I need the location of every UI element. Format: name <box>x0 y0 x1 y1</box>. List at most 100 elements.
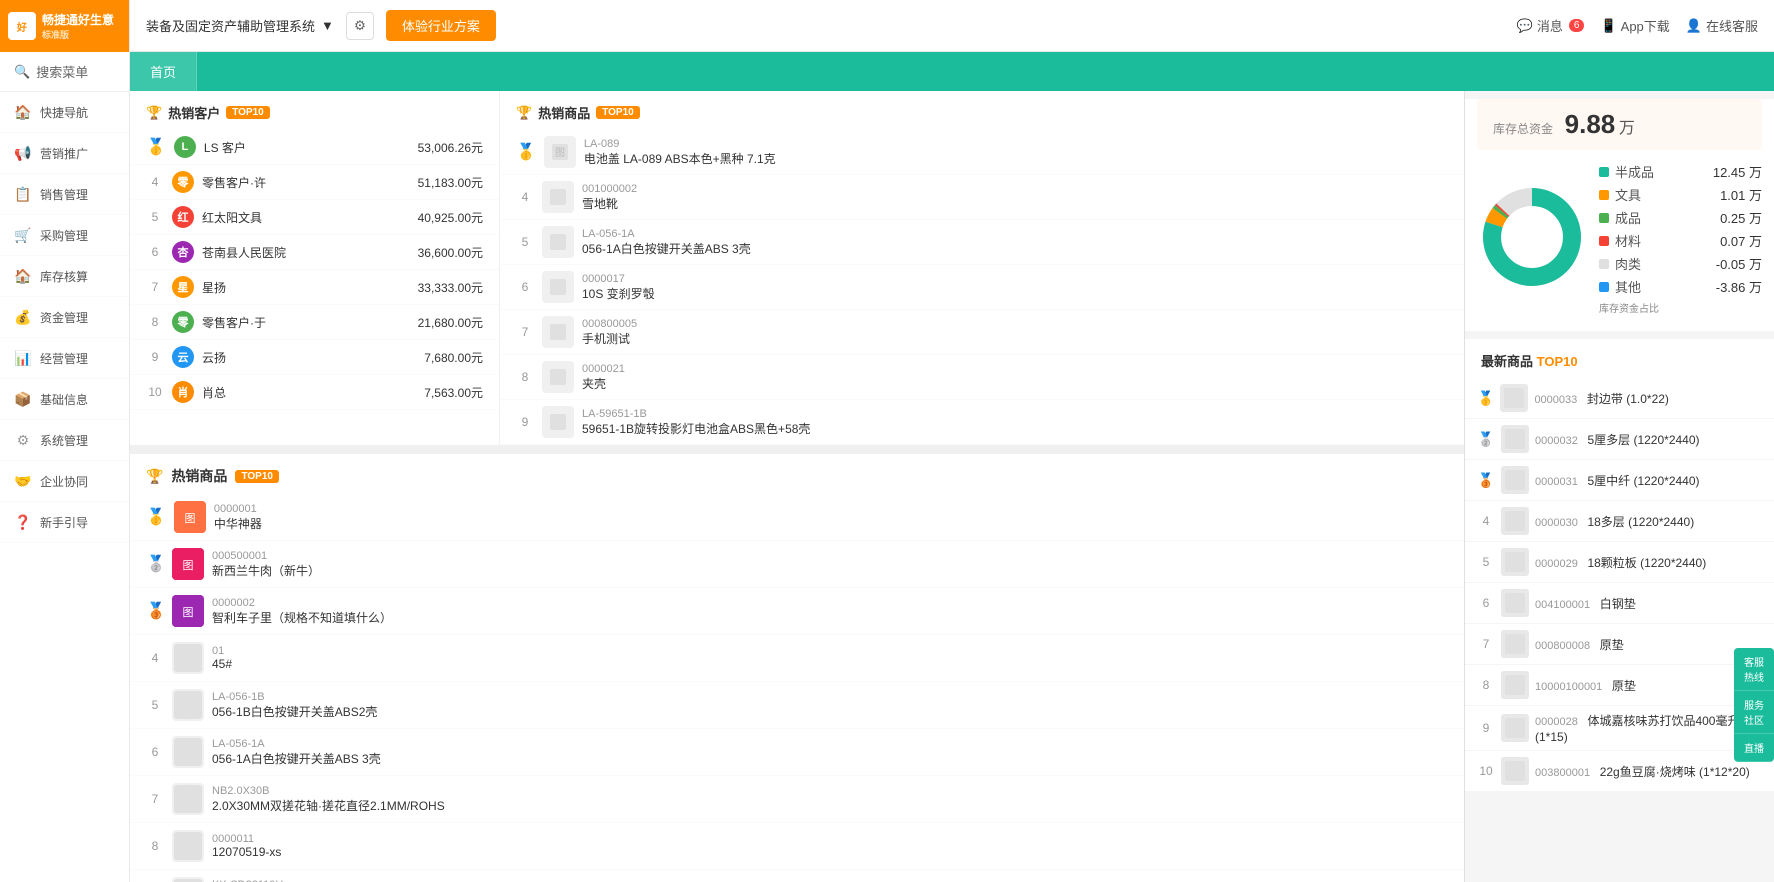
app-download-button[interactable]: 📱 App下载 <box>1600 16 1669 35</box>
nav-label-zijin: 资金管理 <box>40 309 88 326</box>
online-service-button[interactable]: 👤 在线客服 <box>1686 16 1758 35</box>
rank-num-4: 6 <box>146 245 164 259</box>
float-btn-shequ[interactable]: 服务 社区 <box>1734 691 1774 734</box>
float-btn-kefu[interactable]: 客服 热线 <box>1734 648 1774 691</box>
newest-code-8: 10000100001 <box>1535 681 1602 693</box>
prod-right-row-7: 9 LA-59651-1B 59651-1B旋转投影灯电池盒ABS黑色+58壳 <box>500 400 1464 445</box>
settings-button[interactable]: ⚙ <box>346 12 374 40</box>
customer-row-3: 5 红 红太阳文具 40,925.00元 <box>130 200 499 235</box>
top-customers-title: 🏆 热销客户 TOP10 <box>130 91 499 130</box>
hot-thumb-5 <box>172 689 204 721</box>
stock-panel: 库存总资金 9.88 万 <box>1465 99 1774 331</box>
tab-home[interactable]: 首页 <box>130 52 197 91</box>
hot-name-4: 45# <box>212 657 232 671</box>
customers-top10-badge: TOP10 <box>226 106 270 119</box>
sidebar-item-xinshou[interactable]: ❓ 新手引导 <box>0 502 129 543</box>
legend-value-2: 1.01 万 <box>1720 185 1762 204</box>
service-icon: 👤 <box>1686 18 1702 34</box>
newest-info-9: 0000028 体城嘉核味苏打饮品400毫升 (1*15) <box>1535 712 1762 744</box>
hot-rank-8: 8 <box>146 839 164 853</box>
hot-info-5: LA-056-1B 056-1B白色按键开关盖ABS2壳 <box>212 691 377 720</box>
newest-rank-1: 🥇 <box>1477 390 1494 407</box>
hot-code-4: 01 <box>212 645 232 657</box>
service-label: 在线客服 <box>1706 16 1758 35</box>
newest-info-10: 003800001 22g鱼豆腐·烧烤味 (1*12*20) <box>1535 763 1750 780</box>
stock-chart-label: 库存资金占比 <box>1599 300 1762 315</box>
sidebar-item-kucun[interactable]: 🏠 库存核算 <box>0 256 129 297</box>
prod-right-placeholder-2 <box>542 181 574 213</box>
newest-img-4 <box>1501 507 1529 535</box>
customer-name-6: 零售客户·于 <box>202 314 410 331</box>
system-selector[interactable]: 装备及固定资产辅助管理系统 ▼ <box>146 16 334 35</box>
nav-icon-kucun: 🏠 <box>14 267 32 285</box>
sidebar-item-xitong[interactable]: ⚙ 系统管理 <box>0 420 129 461</box>
prod-right-name-1: 电池盖 LA-089 ABS本色+黑种 7.1克 <box>584 150 776 167</box>
float-btn-zhibo[interactable]: 直播 <box>1734 734 1774 762</box>
prod-right-rank-2: 4 <box>516 190 534 204</box>
hot-rank-1: 🥇 <box>146 507 166 527</box>
newest-img-1 <box>1500 384 1528 412</box>
hot-rank-2: 🥈 <box>146 554 164 574</box>
legend-item-5: 肉类 -0.05 万 <box>1599 254 1762 273</box>
newest-img-2 <box>1501 425 1529 453</box>
sidebar-item-kuaijie[interactable]: 🏠 快捷导航 <box>0 92 129 133</box>
prod-right-rank-6: 8 <box>516 370 534 384</box>
trial-button[interactable]: 体验行业方案 <box>386 10 496 41</box>
sidebar-item-zijin[interactable]: 💰 资金管理 <box>0 297 129 338</box>
prod-right-rank-7: 9 <box>516 415 534 429</box>
legend-name-4: 材料 <box>1615 231 1714 250</box>
legend-dot-1 <box>1599 167 1609 177</box>
notify-button[interactable]: 💬 消息 6 <box>1517 16 1585 35</box>
prod-right-row-3: 5 LA-056-1A 056-1A白色按键开关盖ABS 3壳 <box>500 220 1464 265</box>
stock-total-value: 9.88 <box>1565 109 1616 139</box>
newest-code-9: 0000028 <box>1535 716 1578 728</box>
trophy-icon: 🏆 <box>146 105 162 121</box>
customer-row-5: 7 星 星扬 33,333.00元 <box>130 270 499 305</box>
newest-header: 最新商品 TOP10 <box>1465 339 1774 378</box>
hot-code-7: NB2.0X30B <box>212 785 445 797</box>
search-menu[interactable]: 🔍 搜索菜单 <box>0 52 129 92</box>
nav-label-caigou: 采购管理 <box>40 227 88 244</box>
sidebar-logo: 好 畅捷通好生意 标准版 <box>0 0 129 52</box>
newest-code-6: 004100001 <box>1535 599 1590 611</box>
rank-num-5: 7 <box>146 280 164 294</box>
legend-name-6: 其他 <box>1615 277 1710 296</box>
prod-right-name-2: 雪地靴 <box>582 195 637 212</box>
sidebar-item-xiaoshou[interactable]: 📋 销售管理 <box>0 174 129 215</box>
newest-name-5: 18颗粒板 (1220*2440) <box>1587 556 1706 570</box>
prod-right-placeholder-4 <box>542 271 574 303</box>
prod-right-code-3: LA-056-1A <box>582 228 751 240</box>
customer-row-7: 9 云 云扬 7,680.00元 <box>130 340 499 375</box>
newest-top10: TOP10 <box>1537 354 1578 369</box>
hot-row-6: 6 LA-056-1A 056-1A白色按键开关盖ABS 3壳 <box>130 729 1464 776</box>
hot-thumb-2: 图 <box>172 548 204 580</box>
rank-num-2: 4 <box>146 175 164 189</box>
prod-right-rank-4: 6 <box>516 280 534 294</box>
newest-name-2: 5厘多层 (1220*2440) <box>1587 433 1699 447</box>
prod-right-placeholder-6 <box>542 361 574 393</box>
newest-rank-4: 4 <box>1477 514 1495 528</box>
nav-label-xinshou: 新手引导 <box>40 514 88 531</box>
hot-code-2: 000500001 <box>212 550 320 562</box>
notify-icon: 💬 <box>1517 18 1533 34</box>
nav-icon-xiaoshou: 📋 <box>14 185 32 203</box>
hot-thumb-6 <box>172 736 204 768</box>
newest-row-2: 🥈 0000032 5厘多层 (1220*2440) <box>1465 419 1774 460</box>
legend-item-3: 成品 0.25 万 <box>1599 208 1762 227</box>
newest-row-1: 🥇 0000033 封边带 (1.0*22) <box>1465 378 1774 419</box>
app-icon: 📱 <box>1600 18 1616 34</box>
main-area: 装备及固定资产辅助管理系统 ▼ ⚙ 体验行业方案 💬 消息 6 📱 App下载 … <box>130 0 1774 882</box>
sidebar-item-jichu[interactable]: 📦 基础信息 <box>0 379 129 420</box>
products-title-right: 热销商品 <box>538 103 590 122</box>
newest-rank-2: 🥈 <box>1477 431 1495 448</box>
newest-row-7: 7 000800008 原垫 <box>1465 624 1774 665</box>
newest-info-5: 0000029 18颗粒板 (1220*2440) <box>1535 554 1706 571</box>
legend-name-1: 半成品 <box>1615 162 1707 181</box>
customer-amount-2: 51,183.00元 <box>418 174 483 191</box>
sidebar-item-jingying[interactable]: 📊 经营管理 <box>0 338 129 379</box>
newest-rank-10: 10 <box>1477 764 1495 778</box>
sidebar-item-qiye[interactable]: 🤝 企业协同 <box>0 461 129 502</box>
stock-total-unit: 万 <box>1619 120 1635 137</box>
sidebar-item-caigou[interactable]: 🛒 采购管理 <box>0 215 129 256</box>
sidebar-item-yingxiao[interactable]: 📢 营销推广 <box>0 133 129 174</box>
